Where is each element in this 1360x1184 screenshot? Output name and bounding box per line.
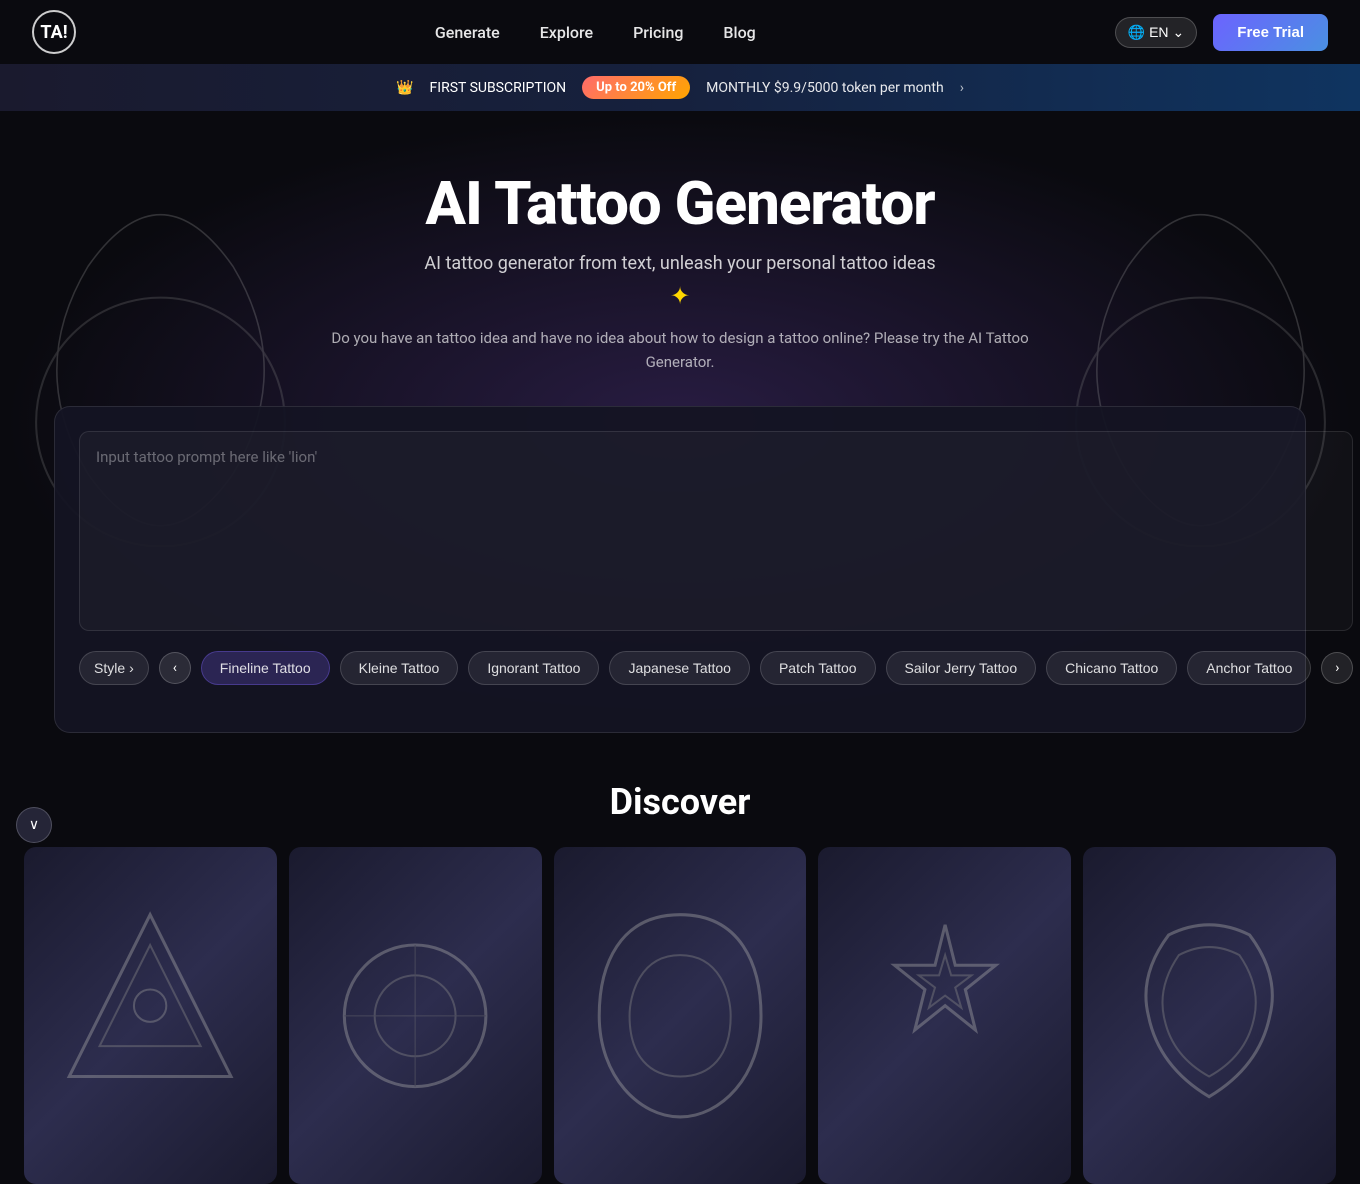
discover-grid [24, 847, 1336, 1184]
discover-section: Discover [0, 733, 1360, 1184]
globe-icon: 🌐 [1128, 24, 1145, 41]
chevron-left-icon: ‹ [173, 660, 177, 676]
nav-right: 🌐 EN ⌄ Free Trial [1115, 14, 1328, 51]
style-tag-chicano[interactable]: Chicano Tattoo [1046, 651, 1177, 685]
chevron-down-icon: ⌄ [1173, 24, 1185, 41]
hero-subtitle: AI tattoo generator from text, unleash y… [0, 253, 1360, 274]
free-trial-button[interactable]: Free Trial [1213, 14, 1328, 51]
logo-mark: TA! [32, 10, 76, 54]
nav-link-explore[interactable]: Explore [540, 23, 593, 42]
style-tag-kleine[interactable]: Kleine Tattoo [340, 651, 459, 685]
generator-section: Style › ‹ Fineline Tattoo Kleine Tattoo … [30, 406, 1330, 733]
style-next-button[interactable]: › [1321, 652, 1353, 684]
navigation: TA! Generate Explore Pricing Blog 🌐 EN ⌄… [0, 0, 1360, 64]
nav-link-pricing[interactable]: Pricing [633, 23, 683, 42]
generator-box: Style › ‹ Fineline Tattoo Kleine Tattoo … [54, 406, 1306, 733]
discount-badge[interactable]: Up to 20% Off [582, 76, 690, 99]
promo-arrow[interactable]: › [960, 80, 964, 96]
chevron-down-collapse-icon: ∨ [29, 817, 39, 833]
nav-link-blog[interactable]: Blog [723, 23, 755, 42]
style-tag-sailor-jerry[interactable]: Sailor Jerry Tattoo [886, 651, 1037, 685]
style-tags-row: Style › ‹ Fineline Tattoo Kleine Tattoo … [79, 651, 1353, 685]
discover-card-5[interactable] [1083, 847, 1336, 1184]
language-selector[interactable]: 🌐 EN ⌄ [1115, 17, 1198, 48]
style-label: Style [94, 660, 125, 676]
sparkle-icon: ✦ [670, 282, 690, 310]
discover-card-3[interactable] [554, 847, 807, 1184]
style-prev-button[interactable]: ‹ [159, 652, 191, 684]
chevron-right-icon: › [129, 660, 134, 676]
discover-card-4[interactable] [818, 847, 1071, 1184]
hero-section: AI Tattoo Generator AI tattoo generator … [0, 111, 1360, 733]
style-dropdown[interactable]: Style › [79, 651, 149, 685]
discover-title: Discover [24, 781, 1336, 823]
style-tag-ignorant[interactable]: Ignorant Tattoo [468, 651, 599, 685]
sparkle-decoration: ✦ [0, 282, 1360, 310]
style-tag-anchor[interactable]: Anchor Tattoo [1187, 651, 1311, 685]
discover-card-1[interactable] [24, 847, 277, 1184]
collapse-button[interactable]: ∨ [16, 807, 52, 843]
style-tag-patch[interactable]: Patch Tattoo [760, 651, 876, 685]
hero-content: AI Tattoo Generator AI tattoo generator … [0, 171, 1360, 406]
prompt-textarea[interactable] [79, 431, 1353, 631]
style-tag-fineline[interactable]: Fineline Tattoo [201, 651, 330, 685]
style-tag-japanese[interactable]: Japanese Tattoo [609, 651, 750, 685]
nav-links: Generate Explore Pricing Blog [435, 23, 756, 42]
chevron-right-icon-2: › [1335, 660, 1339, 676]
monthly-text: MONTHLY $9.9/5000 token per month [706, 80, 944, 96]
crown-icon: 👑 [396, 80, 413, 96]
prompt-area: Style › ‹ Fineline Tattoo Kleine Tattoo … [79, 431, 1353, 685]
hero-description: Do you have an tattoo idea and have no i… [330, 326, 1030, 374]
discover-card-2[interactable] [289, 847, 542, 1184]
logo[interactable]: TA! [32, 10, 76, 54]
nav-link-generate[interactable]: Generate [435, 23, 500, 42]
first-subscription-label: FIRST SUBSCRIPTION [430, 80, 567, 96]
hero-title: AI Tattoo Generator [0, 171, 1360, 237]
promo-banner: 👑 FIRST SUBSCRIPTION Up to 20% Off MONTH… [0, 64, 1360, 111]
